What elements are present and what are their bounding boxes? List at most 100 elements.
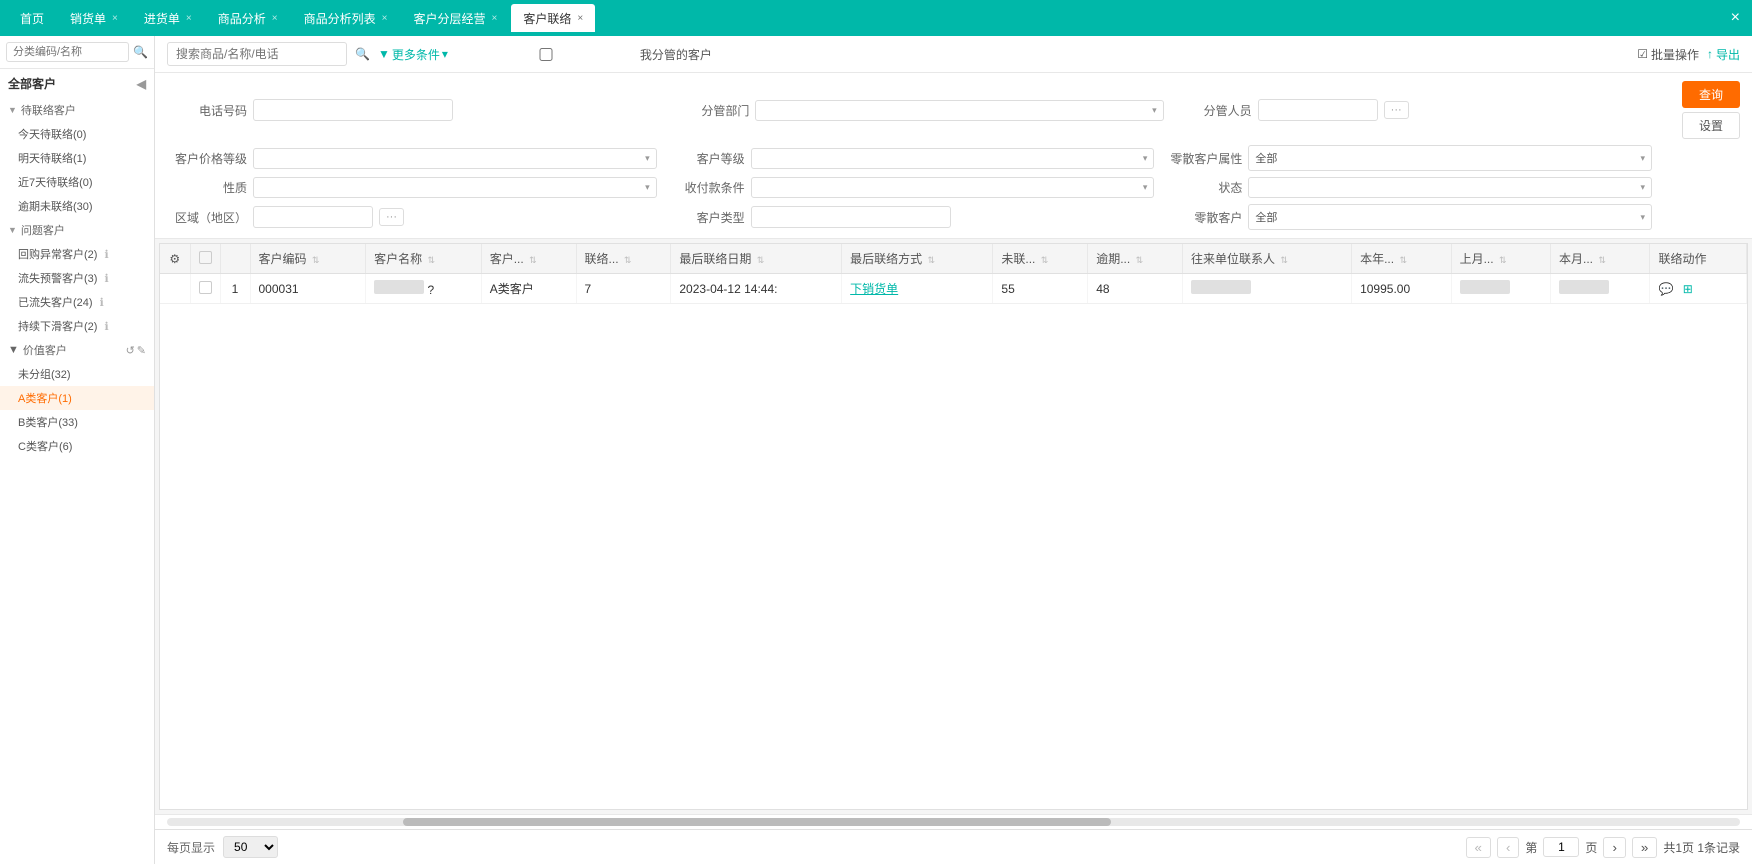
sidebar-group-pending[interactable]: ▼ 待联络客户 (0, 98, 154, 122)
nav-tab-customer-contact[interactable]: 客户联络 × (511, 4, 595, 32)
page-size-select[interactable]: 50 10 20 100 (223, 836, 278, 858)
horizontal-scrollbar[interactable] (155, 814, 1752, 829)
filter-manager-dots-btn[interactable]: ··· (1384, 101, 1409, 119)
col-contact-header[interactable]: 联络... ⇅ (576, 244, 671, 274)
info-icon-churn-warning: ℹ (105, 273, 109, 285)
filter-phone-input[interactable] (253, 99, 453, 121)
next-page-btn[interactable]: › (1603, 837, 1625, 858)
col-this-month-header[interactable]: 本月... ⇅ (1551, 244, 1650, 274)
filter-customer-type-input[interactable] (751, 206, 951, 228)
filter-price-level-select[interactable]: ▾ (253, 148, 657, 169)
col-overdue-header[interactable]: 逾期... ⇅ (1088, 244, 1183, 274)
filter-dept-select[interactable]: ▾ (755, 100, 1163, 121)
search-input[interactable] (167, 42, 347, 66)
filter-nature-select[interactable]: ▾ (253, 177, 657, 198)
col-unit-contact-header[interactable]: 往来单位联系人 ⇅ (1183, 244, 1352, 274)
sidebar-search-icon[interactable]: 🔍 (133, 45, 148, 59)
sidebar-collapse-icon[interactable]: ◀ (137, 77, 146, 91)
sidebar-group-problem[interactable]: ▼ 问题客户 (0, 218, 154, 242)
settings-button[interactable]: 设置 (1682, 112, 1740, 139)
customer-contact-tab-close[interactable]: × (577, 13, 583, 24)
value-group-refresh-icon[interactable]: ↺ (126, 344, 135, 357)
col-code-header[interactable]: 客户编码 ⇅ (250, 244, 366, 274)
last-month-masked (1460, 280, 1510, 294)
sidebar-item-7days[interactable]: 近7天待联络(0) (0, 170, 154, 194)
sidebar-item-today[interactable]: 今天待联络(0) (0, 122, 154, 146)
col-name-header[interactable]: 客户名称 ⇅ (366, 244, 482, 274)
my-customers-checkbox-label[interactable]: 我分管的客户 (456, 46, 712, 63)
nav-tab-sales[interactable]: 销货单 × (58, 4, 130, 32)
sidebar-item-unclassified[interactable]: 未分组(32) (0, 362, 154, 386)
query-button[interactable]: 查询 (1682, 81, 1740, 108)
nav-tab-customer-tier[interactable]: 客户分层经营 × (401, 4, 509, 32)
filter-manager-input[interactable] (1258, 99, 1378, 121)
scrollbar-thumb[interactable] (403, 818, 1111, 826)
filter-search-icon[interactable]: 🔍 (355, 47, 370, 61)
customer-table: ⚙ 客户编码 ⇅ 客户名称 ⇅ (160, 244, 1747, 304)
first-page-btn[interactable]: « (1466, 837, 1491, 858)
value-group-edit-icon[interactable]: ✎ (137, 344, 146, 357)
sidebar-item-churn-warning[interactable]: 流失预警客户(3) ℹ (0, 266, 154, 290)
name-sort-icon: ⇅ (427, 255, 435, 265)
sidebar-item-c-class[interactable]: C类客户(6) (0, 434, 154, 458)
customer-tier-tab-close[interactable]: × (491, 13, 497, 24)
filter-phone-label: 电话号码 (167, 102, 247, 119)
col-last-date-header[interactable]: 最后联络日期 ⇅ (671, 244, 842, 274)
filter-phone: 电话号码 (167, 99, 661, 121)
total-records-label: 共1页 1条记录 (1663, 839, 1740, 856)
gear-icon[interactable]: ⚙ (169, 252, 180, 266)
nav-tab-home[interactable]: 首页 (8, 4, 56, 32)
purchase-tab-close[interactable]: × (186, 13, 192, 24)
sidebar-item-tomorrow[interactable]: 明天待联络(1) (0, 146, 154, 170)
filter-customer-level: 客户等级 ▾ (665, 148, 1155, 169)
col-setting[interactable]: ⚙ (160, 244, 190, 274)
row-action-cell: 💬 ⊞ (1650, 274, 1747, 304)
export-btn[interactable]: ↑ 导出 (1707, 46, 1740, 63)
filter-status-select[interactable]: ▾ (1248, 177, 1652, 198)
value-group-arrow-icon: ▼ (8, 344, 19, 356)
advanced-filter: 电话号码 分管部门 ▾ 分管人员 ··· 查询 设置 (155, 73, 1752, 239)
filter-payment-select[interactable]: ▾ (751, 177, 1155, 198)
sidebar-search-input[interactable] (6, 42, 129, 62)
action-chat-icon[interactable]: 💬 (1658, 282, 1673, 296)
filter-price-level-arrow-icon: ▾ (645, 153, 650, 164)
sidebar-all-customers-header[interactable]: 全部客户 ◀ (0, 69, 154, 98)
sidebar-group-value[interactable]: ▼ 价值客户 ↺ ✎ (0, 338, 154, 362)
batch-op-btn[interactable]: ☑ 批量操作 (1637, 46, 1699, 63)
filter-region-input[interactable] (253, 206, 373, 228)
filter-customer-level-select[interactable]: ▾ (751, 148, 1155, 169)
close-all-icon[interactable]: × (1727, 5, 1744, 31)
goods-analysis-list-tab-close[interactable]: × (382, 13, 388, 24)
filter-status: 状态 ▾ (1162, 177, 1652, 198)
last-page-btn[interactable]: » (1632, 837, 1657, 858)
more-filters-btn[interactable]: ▼ 更多条件 ▾ (378, 46, 448, 63)
sidebar-item-overdue[interactable]: 逾期未联络(30) (0, 194, 154, 218)
last-method-link[interactable]: 下销货单 (850, 282, 898, 296)
sidebar-item-b-class[interactable]: B类客户(33) (0, 410, 154, 434)
action-qr-icon[interactable]: ⊞ (1683, 282, 1693, 296)
sales-tab-close[interactable]: × (112, 13, 118, 24)
sidebar-item-churned[interactable]: 已流失客户(24) ℹ (0, 290, 154, 314)
contact-sort-icon: ⇅ (624, 255, 632, 265)
col-last-month-header[interactable]: 上月... ⇅ (1451, 244, 1550, 274)
col-level-header[interactable]: 客户... ⇅ (481, 244, 576, 274)
sidebar-item-a-class[interactable]: A类客户(1) (0, 386, 154, 410)
page-number-input[interactable] (1543, 837, 1579, 857)
sidebar-item-repurchase-abnormal[interactable]: 回购异常客户(2) ℹ (0, 242, 154, 266)
col-no-contact-header[interactable]: 未联... ⇅ (993, 244, 1088, 274)
my-customers-checkbox[interactable] (456, 48, 636, 61)
goods-analysis-tab-close[interactable]: × (272, 13, 278, 24)
sidebar-item-declining[interactable]: 持续下滑客户(2) ℹ (0, 314, 154, 338)
filter-retail-attr-select[interactable]: 全部 ▾ (1248, 145, 1652, 171)
nav-tab-goods-analysis[interactable]: 商品分析 × (206, 4, 290, 32)
col-this-year-header[interactable]: 本年... ⇅ (1352, 244, 1452, 274)
header-checkbox[interactable] (199, 251, 212, 264)
filter-region-dots-btn[interactable]: ··· (379, 208, 404, 226)
col-last-method-header[interactable]: 最后联络方式 ⇅ (842, 244, 993, 274)
nav-tab-purchase[interactable]: 进货单 × (132, 4, 204, 32)
prev-page-btn[interactable]: ‹ (1497, 837, 1519, 858)
filter-retail-attr-label: 零散客户属性 (1162, 150, 1242, 167)
filter-retail-select[interactable]: 全部 ▾ (1248, 204, 1652, 230)
row-checkbox[interactable] (199, 281, 212, 294)
nav-tab-goods-analysis-list[interactable]: 商品分析列表 × (292, 4, 400, 32)
